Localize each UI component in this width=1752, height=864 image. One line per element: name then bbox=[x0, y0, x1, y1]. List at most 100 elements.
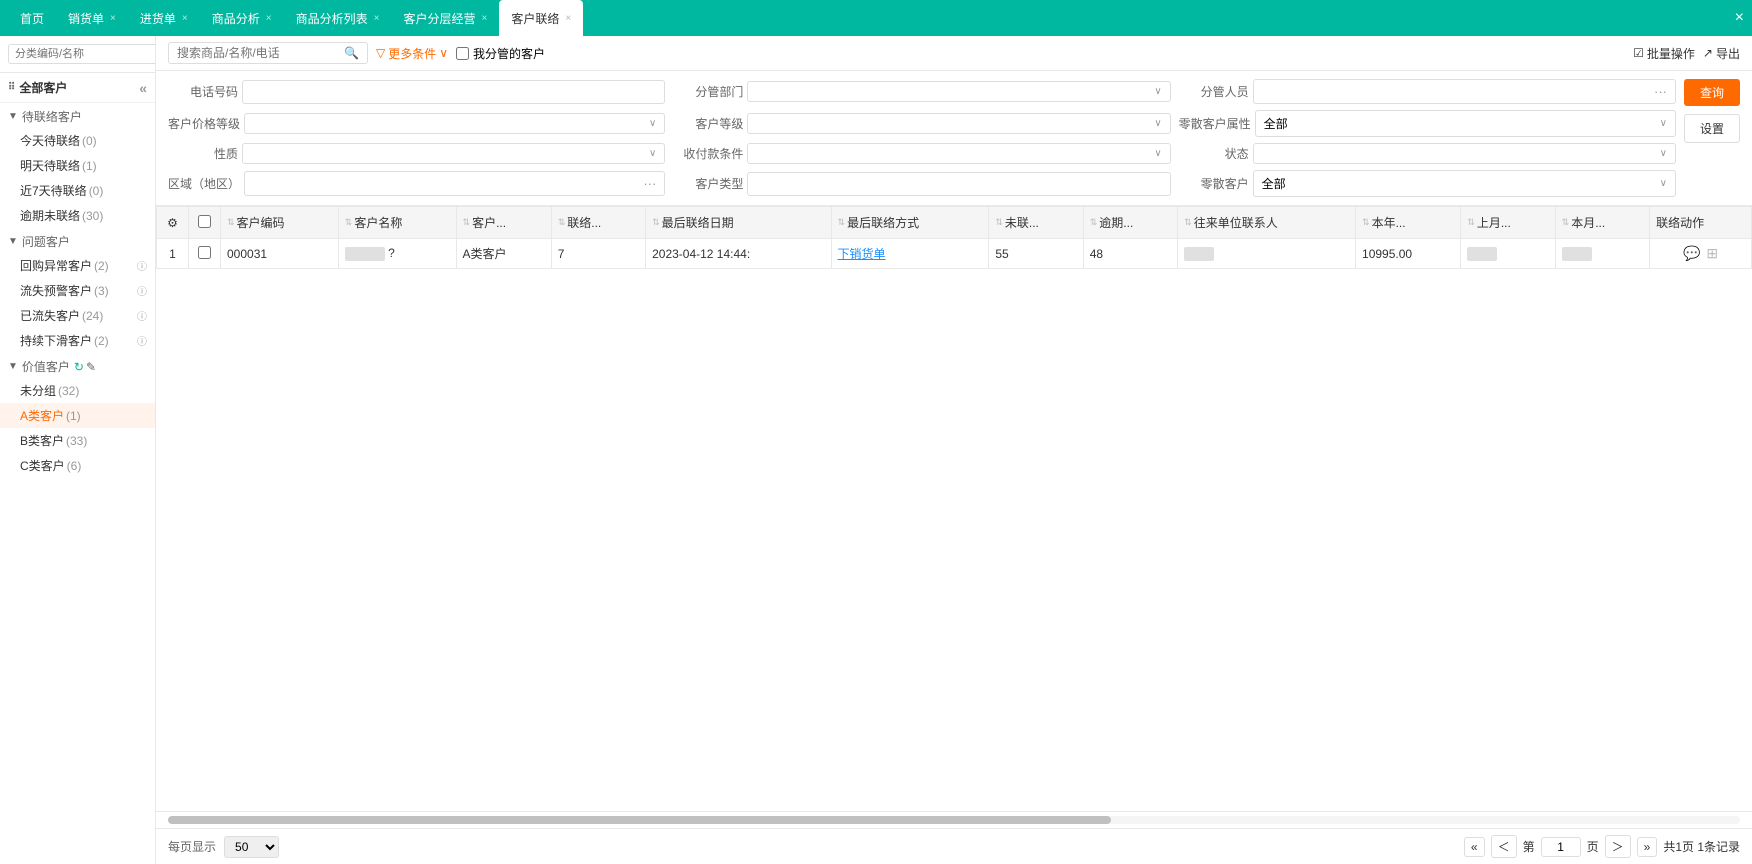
phone-input[interactable] bbox=[242, 80, 665, 104]
nav-customer-contact[interactable]: 客户联络 × bbox=[499, 0, 583, 36]
filter-panel: 电话号码 分管部门 ∨ 分管人员 bbox=[156, 71, 1752, 206]
toolbar: 🔍 ▽ 更多条件 ∨ 我分管的客户 ☑ 批量操作 ↗ 导出 bbox=[156, 36, 1752, 71]
row-type: A类客户 bbox=[456, 239, 551, 269]
scatter-customer-select[interactable]: 全部 ∨ bbox=[1253, 170, 1676, 197]
close-sales-tab[interactable]: × bbox=[110, 13, 116, 24]
warn-icon-1: ⓘ bbox=[137, 258, 147, 273]
select-all-checkbox[interactable] bbox=[198, 215, 211, 228]
sidebar-item-overdue[interactable]: 逾期未联络 (30) bbox=[0, 203, 155, 228]
sidebar-item-churn-warning[interactable]: 流失预警客户 (3) ⓘ bbox=[0, 278, 155, 303]
last-page-btn[interactable]: » bbox=[1637, 837, 1658, 857]
sidebar-item-churned[interactable]: 已流失客户 (24) ⓘ bbox=[0, 303, 155, 328]
last-method-link[interactable]: 下销货单 bbox=[838, 247, 886, 261]
my-customer-checkbox[interactable] bbox=[456, 47, 469, 60]
close-product-list-tab[interactable]: × bbox=[374, 13, 380, 24]
horizontal-scrollbar[interactable] bbox=[156, 811, 1752, 828]
row-action: 💬 ⊞ bbox=[1650, 239, 1752, 269]
nav-product-analysis[interactable]: 商品分析 × bbox=[200, 0, 284, 36]
col-sort-icon-10: ⇅ bbox=[1362, 217, 1370, 228]
col-sort-icon-2: ⇅ bbox=[345, 217, 353, 228]
next-page-btn[interactable]: ＞ bbox=[1605, 835, 1631, 858]
this-month-blur bbox=[1562, 247, 1592, 261]
region-more-icon[interactable]: ··· bbox=[643, 176, 656, 191]
my-customer-filter[interactable]: 我分管的客户 bbox=[456, 45, 545, 62]
search-box: 🔍 bbox=[168, 42, 368, 64]
warn-icon-2: ⓘ bbox=[137, 283, 147, 298]
col-contact-person: ⇅ 往来单位联系人 bbox=[1178, 207, 1356, 239]
customer-level-select[interactable]: ∨ bbox=[747, 113, 1170, 134]
close-purchase-tab[interactable]: × bbox=[182, 13, 188, 24]
filter-customer-type: 客户类型 bbox=[673, 172, 1170, 196]
group-value-customer: ▼ 价值客户 ↻ ✎ bbox=[0, 353, 155, 378]
sidebar-item-today[interactable]: 今天待联络 (0) bbox=[0, 128, 155, 153]
first-page-btn[interactable]: « bbox=[1464, 837, 1485, 857]
col-sort-icon-4: ⇅ bbox=[558, 217, 566, 228]
arrow-icon-2: ▼ bbox=[8, 236, 18, 247]
refresh-icon[interactable]: ↻ bbox=[74, 360, 84, 374]
status-select[interactable]: ∨ bbox=[1253, 143, 1676, 164]
sidebar-item-repurchase-anomaly[interactable]: 回购异常客户 (2) ⓘ bbox=[0, 253, 155, 278]
scrollbar-thumb[interactable] bbox=[168, 816, 1111, 824]
sidebar-search-input[interactable] bbox=[8, 44, 156, 64]
person-input[interactable]: ··· bbox=[1253, 79, 1676, 104]
page-size-select[interactable]: 50 100 200 bbox=[224, 836, 279, 858]
all-customers-header: ⠿ 全部客户 « bbox=[0, 73, 155, 103]
row-last-method[interactable]: 下销货单 bbox=[831, 239, 989, 269]
sidebar-item-class-c[interactable]: C类客户 (6) bbox=[0, 453, 155, 478]
price-level-arrow: ∨ bbox=[649, 118, 656, 129]
price-level-select[interactable]: ∨ bbox=[244, 113, 665, 134]
nature-arrow: ∨ bbox=[649, 148, 656, 159]
export-btn[interactable]: ↗ 导出 bbox=[1703, 45, 1740, 62]
pagination-bar: 每页显示 50 100 200 « ＜ 第 页 ＞ » 共1页 1条记录 bbox=[156, 828, 1752, 864]
data-table: ⚙ ⇅ 客户编码 ⇅ bbox=[156, 206, 1752, 269]
scatter-customer-arrow: ∨ bbox=[1660, 178, 1667, 189]
col-settings[interactable]: ⚙ bbox=[157, 207, 189, 239]
nav-purchase[interactable]: 进货单 × bbox=[128, 0, 200, 36]
sidebar-item-class-a[interactable]: A类客户 (1) bbox=[0, 403, 155, 428]
more-filter-btn[interactable]: ▽ 更多条件 ∨ bbox=[376, 45, 448, 62]
query-button[interactable]: 查询 bbox=[1684, 79, 1740, 106]
sidebar-item-class-b[interactable]: B类客户 (33) bbox=[0, 428, 155, 453]
close-customer-tier-tab[interactable]: × bbox=[481, 13, 487, 24]
nav-sales[interactable]: 销货单 × bbox=[56, 0, 128, 36]
sidebar-item-7days[interactable]: 近7天待联络 (0) bbox=[0, 178, 155, 203]
sidebar-item-unclassified[interactable]: 未分组 (32) bbox=[0, 378, 155, 403]
grid-icon: ⠿ bbox=[8, 82, 15, 93]
settings-button[interactable]: 设置 bbox=[1684, 114, 1740, 143]
close-customer-contact-tab[interactable]: × bbox=[565, 13, 571, 24]
edit-icon[interactable]: ✎ bbox=[86, 360, 96, 374]
col-uncontacted: ⇅ 未联... bbox=[989, 207, 1083, 239]
col-checkbox[interactable] bbox=[189, 207, 221, 239]
col-this-year: ⇅ 本年... bbox=[1356, 207, 1461, 239]
sidebar-item-tomorrow[interactable]: 明天待联络 (1) bbox=[0, 153, 155, 178]
search-icon[interactable]: 🔍 bbox=[344, 46, 359, 60]
page-input[interactable] bbox=[1541, 837, 1581, 857]
contact-action-icon[interactable]: 💬 bbox=[1683, 245, 1700, 262]
qr-action-icon[interactable]: ⊞ bbox=[1706, 245, 1718, 262]
nav-home[interactable]: 首页 bbox=[8, 0, 56, 36]
payment-select[interactable]: ∨ bbox=[747, 143, 1170, 164]
close-all-btn[interactable]: × bbox=[1735, 9, 1744, 27]
dept-select[interactable]: ∨ bbox=[747, 81, 1170, 102]
batch-op-btn[interactable]: ☑ 批量操作 bbox=[1633, 45, 1695, 62]
export-icon: ↗ bbox=[1703, 46, 1713, 60]
filter-scatter-attr: 零散客户属性 全部 ∨ bbox=[1179, 110, 1676, 137]
row-checkbox-cell[interactable] bbox=[189, 239, 221, 269]
prev-page-btn[interactable]: ＜ bbox=[1491, 835, 1517, 858]
nature-select[interactable]: ∨ bbox=[242, 143, 665, 164]
collapse-sidebar-btn[interactable]: « bbox=[139, 80, 147, 96]
nav-product-list[interactable]: 商品分析列表 × bbox=[284, 0, 392, 36]
col-contact: ⇅ 联络... bbox=[551, 207, 645, 239]
batch-icon: ☑ bbox=[1633, 46, 1644, 60]
scatter-attr-select[interactable]: 全部 ∨ bbox=[1255, 110, 1676, 137]
customer-type-input[interactable] bbox=[747, 172, 1170, 196]
nav-customer-tier[interactable]: 客户分层经营 × bbox=[391, 0, 499, 36]
close-product-analysis-tab[interactable]: × bbox=[266, 13, 272, 24]
table-settings-icon[interactable]: ⚙ bbox=[167, 216, 178, 230]
row-checkbox[interactable] bbox=[198, 246, 211, 259]
sidebar-search-area: 🔍 bbox=[0, 36, 155, 73]
sidebar-item-declining[interactable]: 持续下滑客户 (2) ⓘ bbox=[0, 328, 155, 353]
region-select[interactable]: ··· bbox=[244, 171, 665, 196]
person-more-icon[interactable]: ··· bbox=[1654, 84, 1667, 99]
search-input[interactable] bbox=[177, 46, 344, 60]
